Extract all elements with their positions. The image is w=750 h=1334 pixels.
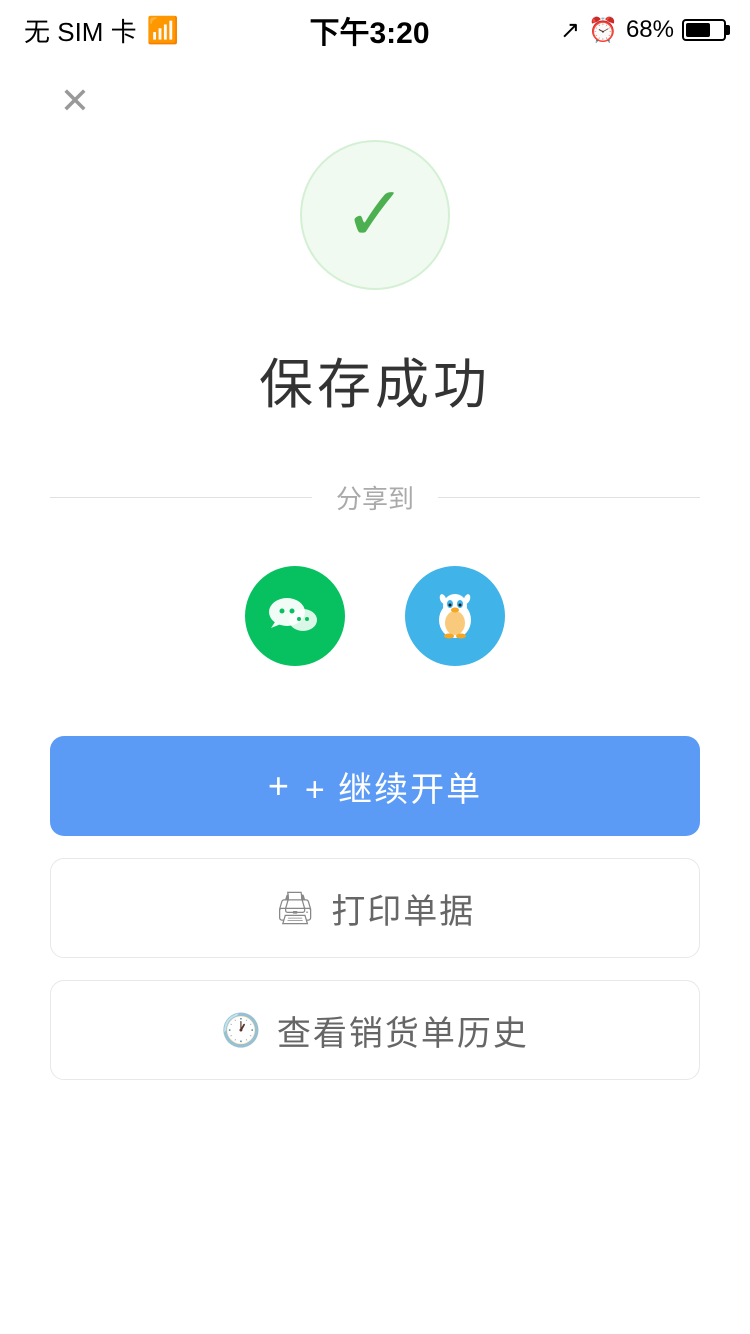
- success-circle: ✓: [300, 140, 450, 290]
- battery-text: 68%: [626, 16, 674, 44]
- battery-icon: [682, 19, 726, 41]
- location-icon: ↗: [560, 16, 580, 45]
- checkmark-icon: ✓: [343, 177, 407, 253]
- share-text: 分享到: [312, 479, 438, 516]
- wechat-logo: [265, 586, 325, 646]
- history-button[interactable]: 🕐 查看销货单历史: [50, 980, 700, 1080]
- success-title: 保存成功: [259, 340, 491, 419]
- wifi-icon: 📶: [147, 15, 179, 46]
- action-buttons: + + 继续开单 🖨 打印单据 🕐 查看销货单历史: [0, 736, 750, 1080]
- battery-fill: [686, 23, 710, 37]
- divider-line-right: [438, 497, 700, 498]
- qq-share-button[interactable]: [405, 566, 505, 666]
- status-right: ↗ ⏰ 68%: [560, 16, 726, 45]
- print-icon: 🖨: [275, 889, 316, 927]
- alarm-icon: ⏰: [588, 16, 618, 45]
- wechat-share-button[interactable]: [245, 566, 345, 666]
- qq-logo: [427, 588, 483, 644]
- share-divider: 分享到: [0, 479, 750, 516]
- divider-line-left: [50, 497, 312, 498]
- history-icon: 🕐: [221, 1011, 261, 1049]
- close-icon: ✕: [60, 83, 90, 119]
- main-content: ✓ 保存成功 分享到: [0, 60, 750, 1080]
- close-button[interactable]: ✕: [50, 76, 100, 126]
- continue-button[interactable]: + + 继续开单: [50, 736, 700, 836]
- history-button-label: 查看销货单历史: [277, 1006, 529, 1055]
- status-left: 无 SIM 卡 📶: [24, 12, 179, 49]
- share-icons-row: [245, 566, 505, 666]
- plus-icon: +: [268, 765, 289, 807]
- time-display: 下午3:20: [309, 8, 429, 52]
- print-button-label: 打印单据: [331, 884, 475, 933]
- status-bar: 无 SIM 卡 📶 下午3:20 ↗ ⏰ 68%: [0, 0, 750, 60]
- carrier-text: 无 SIM 卡: [24, 12, 137, 49]
- continue-button-label: + 继续开单: [305, 762, 482, 811]
- print-button[interactable]: 🖨 打印单据: [50, 858, 700, 958]
